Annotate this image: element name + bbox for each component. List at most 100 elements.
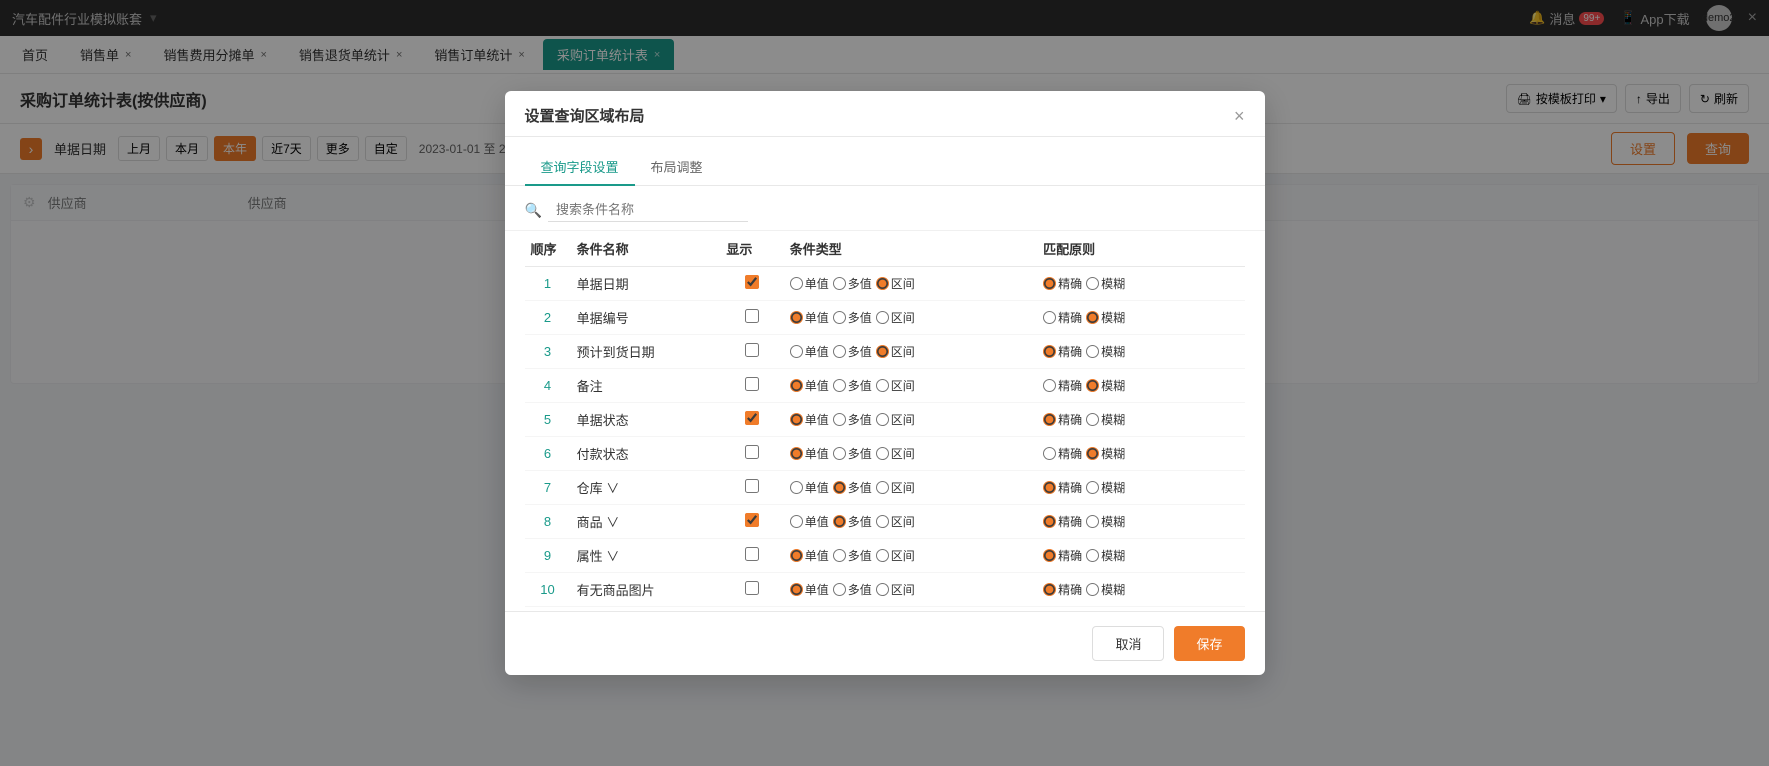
type-option-多值-2[interactable]: 多值	[833, 343, 872, 360]
display-checkbox-7[interactable]	[745, 513, 759, 527]
row-type-5[interactable]: 单值多值区间	[784, 437, 1037, 471]
type-option-区间-8[interactable]: 区间	[876, 547, 915, 564]
match-option-精确-3[interactable]: 精确	[1043, 377, 1082, 394]
match-option-精确-5[interactable]: 精确	[1043, 445, 1082, 462]
dialog-close-button[interactable]: ×	[1234, 107, 1245, 125]
save-button[interactable]: 保存	[1174, 626, 1244, 661]
type-option-区间-2[interactable]: 区间	[876, 343, 915, 360]
type-option-多值-6[interactable]: 多值	[833, 479, 872, 496]
type-option-区间-9[interactable]: 区间	[876, 581, 915, 598]
row-match-2[interactable]: 精确模糊	[1037, 335, 1244, 369]
row-display-5[interactable]	[720, 437, 783, 471]
type-option-单值-2[interactable]: 单值	[790, 343, 829, 360]
cancel-button[interactable]: 取消	[1092, 626, 1164, 661]
type-option-区间-3[interactable]: 区间	[876, 377, 915, 394]
match-option-精确-0[interactable]: 精确	[1043, 275, 1082, 292]
type-option-多值-4[interactable]: 多值	[833, 411, 872, 428]
row-display-0[interactable]	[720, 267, 783, 301]
type-option-单值-0[interactable]: 单值	[790, 275, 829, 292]
row-order-6: 7	[525, 471, 571, 505]
row-name-4: 单据状态	[571, 403, 721, 437]
row-match-5[interactable]: 精确模糊	[1037, 437, 1244, 471]
row-display-2[interactable]	[720, 335, 783, 369]
type-option-单值-7[interactable]: 单值	[790, 513, 829, 530]
match-option-模糊-1[interactable]: 模糊	[1086, 309, 1125, 326]
type-option-多值-0[interactable]: 多值	[833, 275, 872, 292]
match-option-精确-7[interactable]: 精确	[1043, 513, 1082, 530]
type-option-单值-8[interactable]: 单值	[790, 547, 829, 564]
match-option-精确-8[interactable]: 精确	[1043, 547, 1082, 564]
row-type-1[interactable]: 单值多值区间	[784, 301, 1037, 335]
row-match-0[interactable]: 精确模糊	[1037, 267, 1244, 301]
row-display-4[interactable]	[720, 403, 783, 437]
row-match-1[interactable]: 精确模糊	[1037, 301, 1244, 335]
match-option-精确-6[interactable]: 精确	[1043, 479, 1082, 496]
match-option-模糊-9[interactable]: 模糊	[1086, 581, 1125, 598]
row-type-7[interactable]: 单值多值区间	[784, 505, 1037, 539]
match-option-模糊-3[interactable]: 模糊	[1086, 377, 1125, 394]
type-option-多值-7[interactable]: 多值	[833, 513, 872, 530]
row-match-8[interactable]: 精确模糊	[1037, 539, 1244, 573]
dialog-tab-query-fields[interactable]: 查询字段设置	[525, 149, 635, 186]
match-option-模糊-7[interactable]: 模糊	[1086, 513, 1125, 530]
display-checkbox-6[interactable]	[745, 479, 759, 493]
display-checkbox-8[interactable]	[745, 547, 759, 561]
match-option-模糊-0[interactable]: 模糊	[1086, 275, 1125, 292]
row-type-9[interactable]: 单值多值区间	[784, 573, 1037, 607]
match-option-模糊-6[interactable]: 模糊	[1086, 479, 1125, 496]
row-match-3[interactable]: 精确模糊	[1037, 369, 1244, 403]
match-option-精确-2[interactable]: 精确	[1043, 343, 1082, 360]
display-checkbox-5[interactable]	[745, 445, 759, 459]
row-match-6[interactable]: 精确模糊	[1037, 471, 1244, 505]
display-checkbox-1[interactable]	[745, 309, 759, 323]
row-display-1[interactable]	[720, 301, 783, 335]
display-checkbox-3[interactable]	[745, 377, 759, 391]
row-match-4[interactable]: 精确模糊	[1037, 403, 1244, 437]
type-option-区间-7[interactable]: 区间	[876, 513, 915, 530]
type-option-单值-5[interactable]: 单值	[790, 445, 829, 462]
row-display-9[interactable]	[720, 573, 783, 607]
row-display-6[interactable]	[720, 471, 783, 505]
display-checkbox-4[interactable]	[745, 411, 759, 425]
display-checkbox-2[interactable]	[745, 343, 759, 357]
row-display-8[interactable]	[720, 539, 783, 573]
search-input[interactable]	[548, 198, 748, 222]
match-option-精确-1[interactable]: 精确	[1043, 309, 1082, 326]
row-type-0[interactable]: 单值多值区间	[784, 267, 1037, 301]
type-option-区间-6[interactable]: 区间	[876, 479, 915, 496]
row-type-6[interactable]: 单值多值区间	[784, 471, 1037, 505]
type-option-多值-8[interactable]: 多值	[833, 547, 872, 564]
type-option-多值-3[interactable]: 多值	[833, 377, 872, 394]
type-option-单值-6[interactable]: 单值	[790, 479, 829, 496]
type-option-单值-4[interactable]: 单值	[790, 411, 829, 428]
type-option-单值-9[interactable]: 单值	[790, 581, 829, 598]
row-order-2: 3	[525, 335, 571, 369]
type-option-多值-5[interactable]: 多值	[833, 445, 872, 462]
display-checkbox-9[interactable]	[745, 581, 759, 595]
type-option-单值-3[interactable]: 单值	[790, 377, 829, 394]
row-type-8[interactable]: 单值多值区间	[784, 539, 1037, 573]
match-option-模糊-2[interactable]: 模糊	[1086, 343, 1125, 360]
match-option-精确-9[interactable]: 精确	[1043, 581, 1082, 598]
match-option-模糊-5[interactable]: 模糊	[1086, 445, 1125, 462]
match-option-模糊-8[interactable]: 模糊	[1086, 547, 1125, 564]
type-option-多值-9[interactable]: 多值	[833, 581, 872, 598]
row-display-3[interactable]	[720, 369, 783, 403]
type-option-单值-1[interactable]: 单值	[790, 309, 829, 326]
row-type-4[interactable]: 单值多值区间	[784, 403, 1037, 437]
match-option-精确-4[interactable]: 精确	[1043, 411, 1082, 428]
row-type-3[interactable]: 单值多值区间	[784, 369, 1037, 403]
dialog-tab-layout[interactable]: 布局调整	[635, 149, 719, 186]
row-display-7[interactable]	[720, 505, 783, 539]
search-box: 🔍	[505, 186, 1265, 231]
row-match-9[interactable]: 精确模糊	[1037, 573, 1244, 607]
match-option-模糊-4[interactable]: 模糊	[1086, 411, 1125, 428]
type-option-区间-1[interactable]: 区间	[876, 309, 915, 326]
row-match-7[interactable]: 精确模糊	[1037, 505, 1244, 539]
type-option-区间-5[interactable]: 区间	[876, 445, 915, 462]
type-option-区间-0[interactable]: 区间	[876, 275, 915, 292]
type-option-区间-4[interactable]: 区间	[876, 411, 915, 428]
type-option-多值-1[interactable]: 多值	[833, 309, 872, 326]
display-checkbox-0[interactable]	[745, 275, 759, 289]
row-type-2[interactable]: 单值多值区间	[784, 335, 1037, 369]
